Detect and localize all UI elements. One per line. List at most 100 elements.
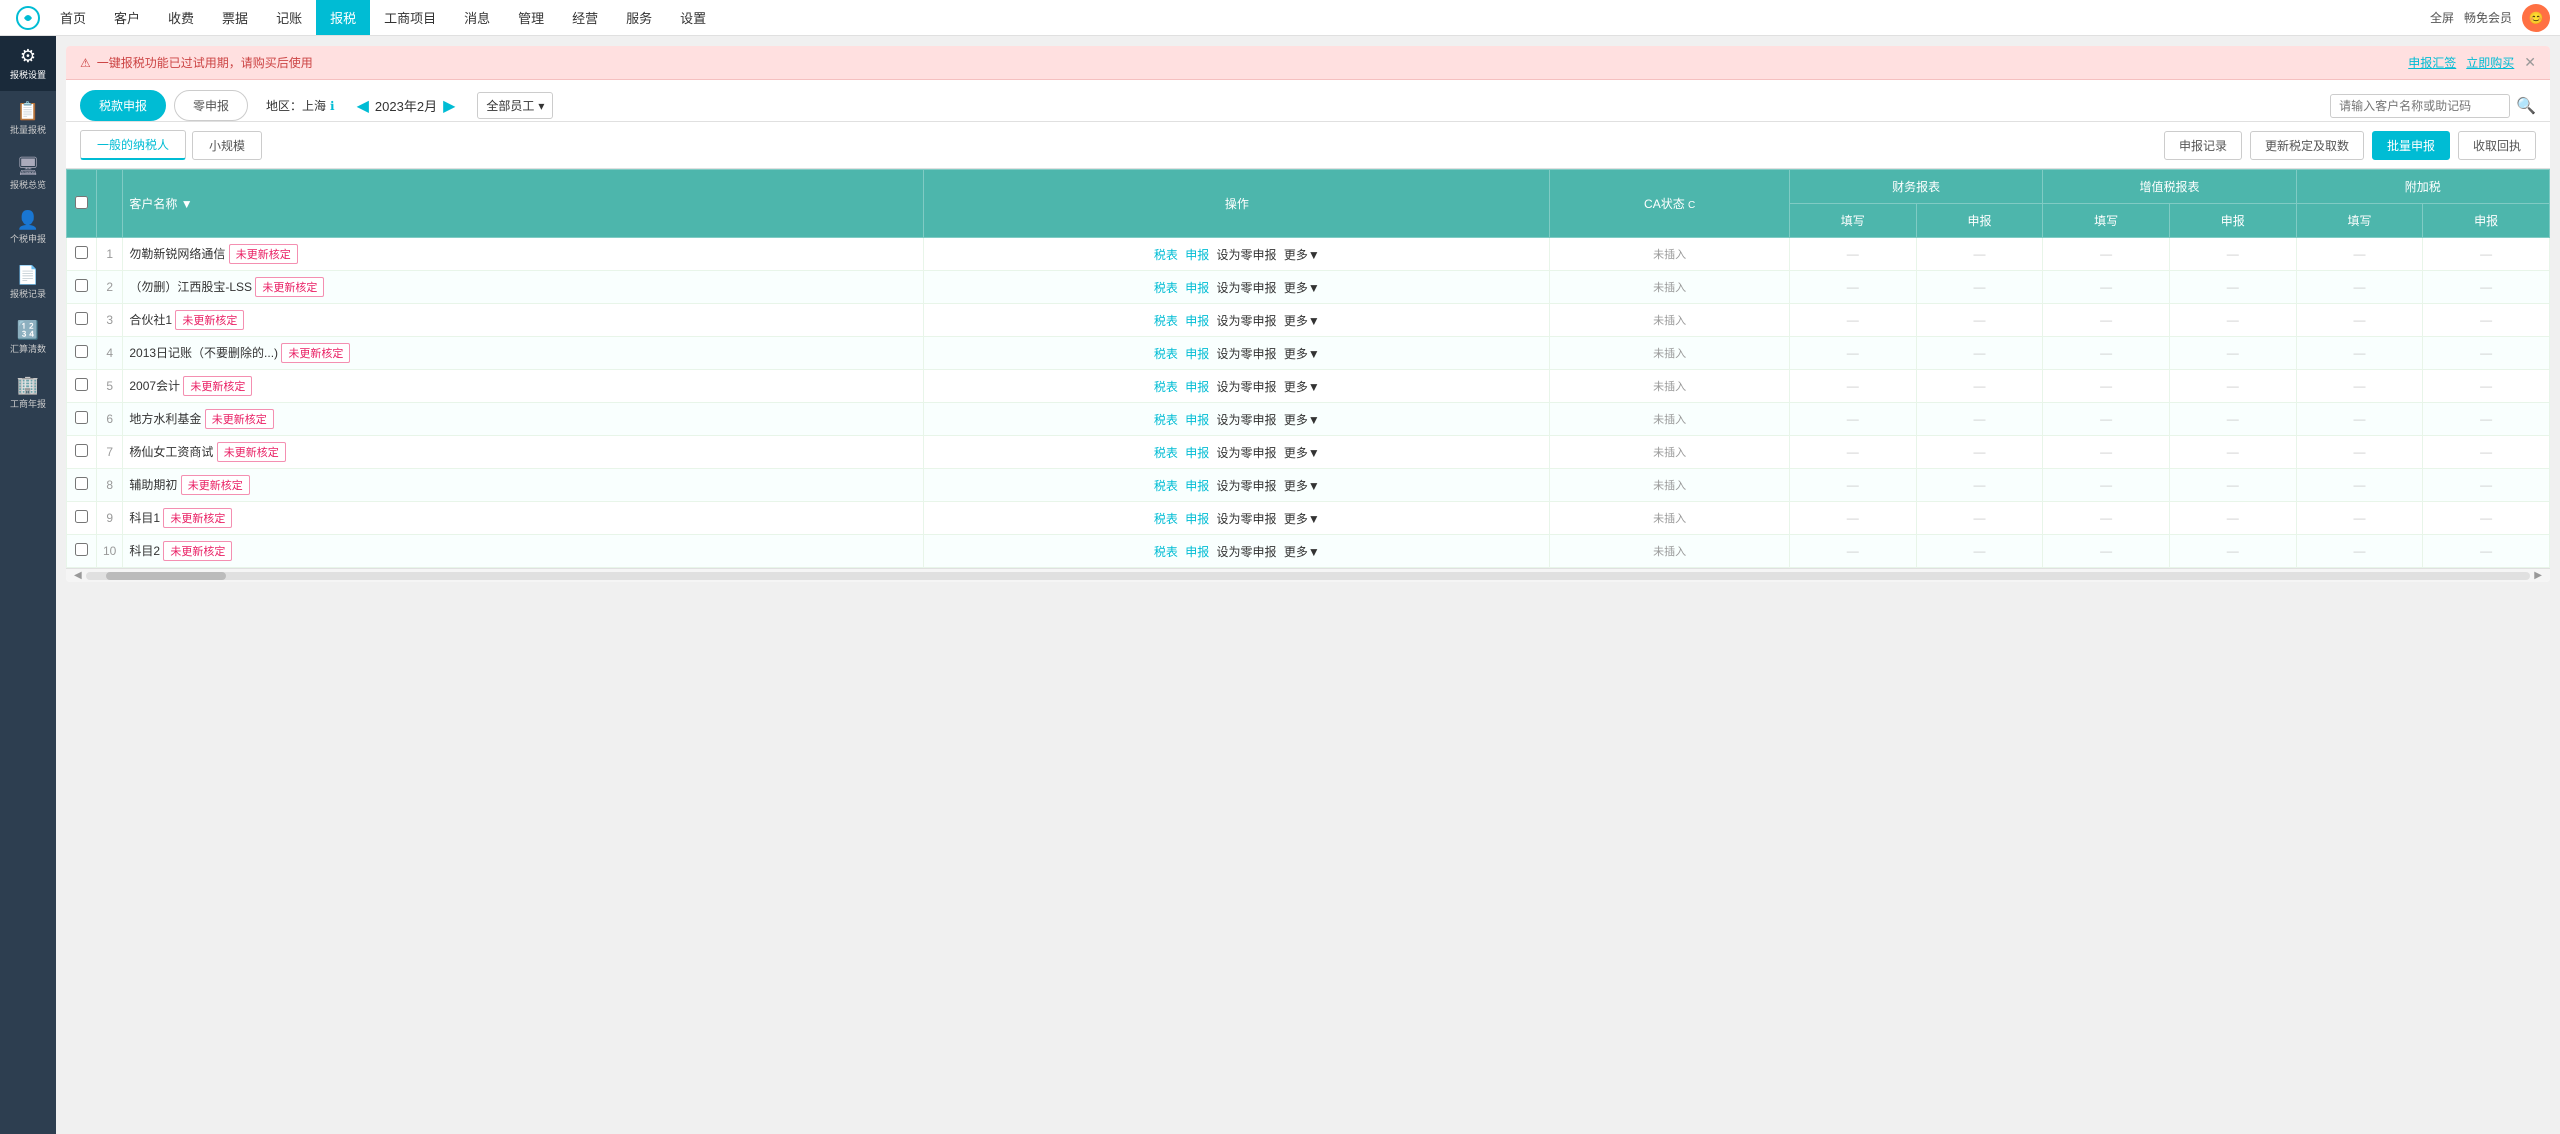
row-checkbox[interactable] bbox=[75, 246, 88, 259]
sub-tab-general[interactable]: 一般的纳税人 bbox=[80, 130, 186, 160]
op-tax-form[interactable]: 税表 bbox=[1154, 281, 1178, 295]
op-declare[interactable]: 申报 bbox=[1185, 446, 1209, 460]
op-declare[interactable]: 申报 bbox=[1185, 479, 1209, 493]
tab-zero-declaration[interactable]: 零申报 bbox=[174, 90, 248, 121]
op-zero-declare[interactable]: 设为零申报 bbox=[1217, 347, 1277, 361]
op-zero-declare[interactable]: 设为零申报 bbox=[1217, 413, 1277, 427]
row-num: 8 bbox=[97, 469, 123, 502]
nav-settings[interactable]: 设置 bbox=[666, 0, 720, 35]
fullscreen-btn[interactable]: 全屏 bbox=[2430, 9, 2454, 26]
op-zero-declare[interactable]: 设为零申报 bbox=[1217, 479, 1277, 493]
scroll-thumb[interactable] bbox=[106, 572, 226, 580]
status-badge: 未更新核定 bbox=[175, 310, 244, 330]
sort-icon[interactable]: ▼ bbox=[181, 197, 193, 211]
row-checkbox[interactable] bbox=[75, 279, 88, 292]
op-zero-declare[interactable]: 设为零申报 bbox=[1217, 512, 1277, 526]
period-prev-arrow[interactable]: ◀ bbox=[357, 96, 369, 116]
op-declare[interactable]: 申报 bbox=[1185, 248, 1209, 262]
nav-message[interactable]: 消息 bbox=[450, 0, 504, 35]
collect-receipt-button[interactable]: 收取回执 bbox=[2458, 131, 2536, 160]
avatar[interactable]: 😊 bbox=[2522, 4, 2550, 32]
op-tax-form[interactable]: 税表 bbox=[1154, 314, 1178, 328]
dept-selector[interactable]: 全部员工 ▾ bbox=[477, 92, 553, 119]
op-tax-form[interactable]: 税表 bbox=[1154, 545, 1178, 559]
row-checkbox-cell bbox=[67, 436, 97, 469]
info-icon[interactable]: ℹ bbox=[330, 99, 335, 113]
tab-tax-declaration[interactable]: 税款申报 bbox=[80, 90, 166, 121]
op-declare[interactable]: 申报 bbox=[1185, 545, 1209, 559]
nav-tax[interactable]: 报税 bbox=[316, 0, 370, 35]
op-tax-form[interactable]: 税表 bbox=[1154, 347, 1178, 361]
op-more[interactable]: 更多▼ bbox=[1284, 281, 1320, 295]
sidebar-item-tax-overview[interactable]: 🖥 报税总览 bbox=[0, 146, 56, 201]
nav-home[interactable]: 首页 bbox=[46, 0, 100, 35]
sidebar-item-tax-record[interactable]: 📄 报税记录 bbox=[0, 255, 56, 310]
scroll-right-arrow[interactable]: ▶ bbox=[2530, 570, 2546, 581]
sidebar-item-tax-settings[interactable]: ⚙ 报税设置 bbox=[0, 36, 56, 91]
op-zero-declare[interactable]: 设为零申报 bbox=[1217, 380, 1277, 394]
banner-link-report[interactable]: 申报汇签 bbox=[2408, 54, 2456, 71]
sidebar-item-annual-report[interactable]: 🏢 工商年报 bbox=[0, 365, 56, 420]
nav-service[interactable]: 服务 bbox=[612, 0, 666, 35]
op-more[interactable]: 更多▼ bbox=[1284, 413, 1320, 427]
op-zero-declare[interactable]: 设为零申报 bbox=[1217, 545, 1277, 559]
sub-tab-small-scale[interactable]: 小规模 bbox=[192, 131, 262, 160]
op-more[interactable]: 更多▼ bbox=[1284, 248, 1320, 262]
period-next-arrow[interactable]: ▶ bbox=[443, 96, 455, 116]
op-tax-form[interactable]: 税表 bbox=[1154, 413, 1178, 427]
row-checkbox[interactable] bbox=[75, 378, 88, 391]
scroll-track[interactable] bbox=[86, 572, 2531, 580]
op-tax-form[interactable]: 税表 bbox=[1154, 446, 1178, 460]
declaration-record-button[interactable]: 申报记录 bbox=[2164, 131, 2242, 160]
op-declare[interactable]: 申报 bbox=[1185, 512, 1209, 526]
upgrade-btn[interactable]: 畅免会员 bbox=[2464, 9, 2512, 26]
op-tax-form[interactable]: 税表 bbox=[1154, 512, 1178, 526]
nav-industry[interactable]: 工商项目 bbox=[370, 0, 450, 35]
scroll-left-arrow[interactable]: ◀ bbox=[70, 570, 86, 581]
op-zero-declare[interactable]: 设为零申报 bbox=[1217, 446, 1277, 460]
op-more[interactable]: 更多▼ bbox=[1284, 512, 1320, 526]
row-checkbox[interactable] bbox=[75, 312, 88, 325]
op-more[interactable]: 更多▼ bbox=[1284, 347, 1320, 361]
nav-manage[interactable]: 管理 bbox=[504, 0, 558, 35]
op-tax-form[interactable]: 税表 bbox=[1154, 380, 1178, 394]
sidebar-item-batch-tax[interactable]: 📋 批量报税 bbox=[0, 91, 56, 146]
op-declare[interactable]: 申报 bbox=[1185, 380, 1209, 394]
op-declare[interactable]: 申报 bbox=[1185, 281, 1209, 295]
op-more[interactable]: 更多▼ bbox=[1284, 314, 1320, 328]
row-checkbox[interactable] bbox=[75, 345, 88, 358]
op-declare[interactable]: 申报 bbox=[1185, 413, 1209, 427]
row-checkbox[interactable] bbox=[75, 543, 88, 556]
op-more[interactable]: 更多▼ bbox=[1284, 479, 1320, 493]
close-banner-button[interactable]: ✕ bbox=[2524, 54, 2536, 71]
nav-bookkeep[interactable]: 记账 bbox=[262, 0, 316, 35]
select-all-checkbox[interactable] bbox=[75, 196, 88, 209]
search-button[interactable]: 🔍 bbox=[2516, 96, 2536, 116]
sidebar-item-reconcile[interactable]: 🔢 汇算清数 bbox=[0, 310, 56, 365]
row-checkbox[interactable] bbox=[75, 411, 88, 424]
warning-icon: ⚠ bbox=[80, 56, 91, 70]
nav-ticket[interactable]: 票据 bbox=[208, 0, 262, 35]
op-more[interactable]: 更多▼ bbox=[1284, 446, 1320, 460]
row-checkbox[interactable] bbox=[75, 444, 88, 457]
row-checkbox-cell bbox=[67, 403, 97, 436]
op-zero-declare[interactable]: 设为零申报 bbox=[1217, 281, 1277, 295]
op-more[interactable]: 更多▼ bbox=[1284, 380, 1320, 394]
banner-link-buy[interactable]: 立即购买 bbox=[2466, 54, 2514, 71]
op-declare[interactable]: 申报 bbox=[1185, 314, 1209, 328]
row-checkbox[interactable] bbox=[75, 477, 88, 490]
op-zero-declare[interactable]: 设为零申报 bbox=[1217, 248, 1277, 262]
op-more[interactable]: 更多▼ bbox=[1284, 545, 1320, 559]
batch-declare-button[interactable]: 批量申报 bbox=[2372, 131, 2450, 160]
nav-client[interactable]: 客户 bbox=[100, 0, 154, 35]
search-input[interactable] bbox=[2330, 94, 2510, 118]
sidebar-item-personal-tax[interactable]: 👤 个税申报 bbox=[0, 200, 56, 255]
op-tax-form[interactable]: 税表 bbox=[1154, 248, 1178, 262]
row-checkbox[interactable] bbox=[75, 510, 88, 523]
update-tax-button[interactable]: 更新税定及取数 bbox=[2250, 131, 2364, 160]
op-tax-form[interactable]: 税表 bbox=[1154, 479, 1178, 493]
op-declare[interactable]: 申报 bbox=[1185, 347, 1209, 361]
op-zero-declare[interactable]: 设为零申报 bbox=[1217, 314, 1277, 328]
nav-operation[interactable]: 经营 bbox=[558, 0, 612, 35]
nav-fee[interactable]: 收费 bbox=[154, 0, 208, 35]
